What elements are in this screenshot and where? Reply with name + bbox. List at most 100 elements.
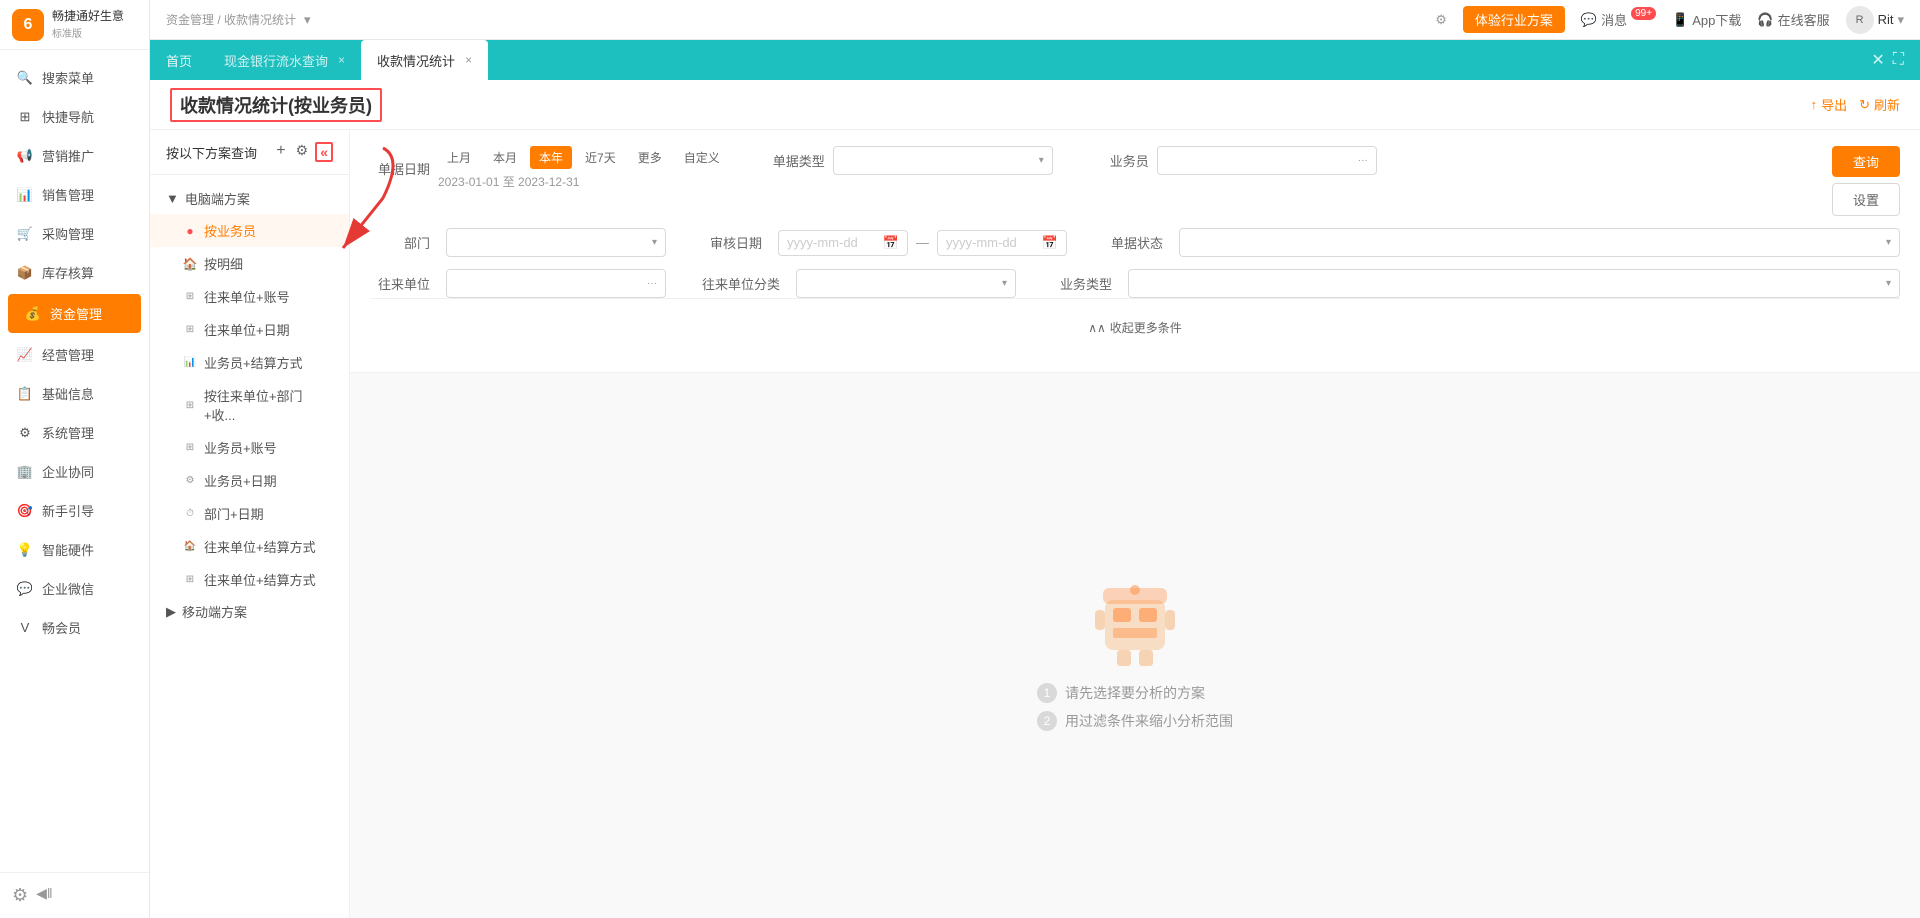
business-type-select[interactable]: ▾ — [1128, 269, 1900, 298]
top-bar-right: ⚙ 体验行业方案 💬 消息 99+ 📱 App下载 🎧 在线客服 R Rit ▾ — [1435, 6, 1904, 34]
query-button[interactable]: 查询 — [1832, 146, 1900, 177]
date-tab-custom[interactable]: 自定义 — [675, 146, 729, 169]
date-tab-more[interactable]: 更多 — [629, 146, 671, 169]
date-tab-last7[interactable]: 近7天 — [576, 146, 625, 169]
sidebar-item-marketing[interactable]: 📢 营销推广 — [0, 136, 149, 175]
date-tabs: 上月 本月 本年 近7天 更多 自定义 — [438, 146, 729, 169]
trial-button[interactable]: 体验行业方案 — [1463, 6, 1565, 33]
collapse-panel-icon[interactable]: « — [315, 142, 333, 162]
breadcrumb: 资金管理 / 收款情况统计 — [166, 11, 296, 28]
left-panel-header: 按以下方案查询 + ⚙ « — [150, 130, 349, 175]
sidebar-item-wechat[interactable]: 💬 企业微信 — [0, 569, 149, 608]
partner-date-icon: ⊞ — [182, 322, 198, 338]
messages-button[interactable]: 💬 消息 99+ — [1581, 10, 1656, 29]
sidebar-item-sales[interactable]: 📊 销售管理 — [0, 175, 149, 214]
online-service-button[interactable]: 🎧 在线客服 — [1757, 10, 1829, 29]
sidebar-collapse-icon[interactable]: ◀‖ — [36, 885, 53, 906]
tree-item-by-salesman[interactable]: ● 按业务员 — [150, 214, 349, 247]
sidebar-item-guide[interactable]: 🎯 新手引导 — [0, 491, 149, 530]
tip-text-2: 用过滤条件来缩小分析范围 — [1065, 711, 1233, 731]
tree-item-partner-account[interactable]: ⊞ 往来单位+账号 — [150, 280, 349, 313]
doc-type-select[interactable]: ▾ — [833, 146, 1053, 175]
dept-select[interactable]: ▾ — [446, 228, 666, 257]
salesman-more-icon: ··· — [1358, 155, 1368, 166]
capital-icon: 💰 — [24, 305, 42, 323]
tree-item-by-detail[interactable]: 🏠 按明细 — [150, 247, 349, 280]
review-date-end-input[interactable]: yyyy-mm-dd 📅 — [937, 230, 1067, 256]
tree-group-desktop[interactable]: ▼ 电脑端方案 — [150, 183, 349, 214]
date-range: 2023-01-01 至 2023-12-31 — [438, 173, 729, 190]
close-window-button[interactable]: ✕ — [1871, 50, 1884, 70]
date-tab-this-year[interactable]: 本年 — [530, 146, 572, 169]
partner-category-select[interactable]: ▾ — [796, 269, 1016, 298]
salesman-method-icon: 📊 — [182, 355, 198, 371]
tree-item-partner-date[interactable]: ⊞ 往来单位+日期 — [150, 313, 349, 346]
sidebar-item-hardware[interactable]: 💡 智能硬件 — [0, 530, 149, 569]
settings-button[interactable]: 设置 — [1832, 183, 1900, 216]
export-icon: ↑ — [1811, 97, 1818, 112]
tree-item-salesman-date[interactable]: ⚙ 业务员+日期 — [150, 464, 349, 497]
date-label: 单据日期 — [370, 159, 430, 178]
sidebar-item-basic[interactable]: 📋 基础信息 — [0, 374, 149, 413]
user-avatar: R — [1846, 6, 1874, 34]
left-panel-header-actions: + ⚙ « — [273, 142, 333, 162]
tree-item-salesman-account[interactable]: ⊞ 业务员+账号 — [150, 431, 349, 464]
page-title: 收款情况统计(按业务员) — [170, 88, 382, 122]
date-tab-last-month[interactable]: 上月 — [438, 146, 480, 169]
gear-icon[interactable]: ⚙ — [1435, 12, 1447, 28]
dept-label: 部门 — [370, 233, 430, 252]
doc-status-select[interactable]: ▾ — [1179, 228, 1900, 257]
tip-num-2: 2 — [1037, 711, 1057, 731]
refresh-button[interactable]: ↻ 刷新 — [1859, 95, 1900, 114]
tab-receipt[interactable]: 收款情况统计 × — [361, 40, 488, 80]
sidebar-item-inventory[interactable]: 📦 库存核算 — [0, 253, 149, 292]
user-area[interactable]: R Rit ▾ — [1846, 6, 1904, 34]
salesman-label: 业务员 — [1089, 151, 1149, 170]
partner-method2-icon: ⊞ — [182, 572, 198, 588]
salesman-select[interactable]: ··· — [1157, 146, 1377, 175]
doc-type-label: 单据类型 — [765, 151, 825, 170]
sidebar-item-search[interactable]: 🔍 搜索菜单 — [0, 58, 149, 97]
marketing-icon: 📢 — [16, 147, 34, 165]
doc-type-arrow-icon: ▾ — [1039, 155, 1044, 166]
tab-home[interactable]: 首页 — [150, 40, 208, 80]
sidebar-item-vip[interactable]: V 畅会员 — [0, 608, 149, 647]
sidebar-item-purchase[interactable]: 🛒 采购管理 — [0, 214, 149, 253]
app-download-button[interactable]: 📱 App下载 — [1672, 10, 1741, 29]
logo-sub: 标准版 — [52, 25, 124, 40]
tab-receipt-close[interactable]: × — [465, 53, 472, 67]
export-button[interactable]: ↑ 导出 — [1811, 95, 1848, 114]
tree-item-dept-date[interactable]: ⏱ 部门+日期 — [150, 497, 349, 530]
sidebar-item-operation[interactable]: 📈 经营管理 — [0, 335, 149, 374]
tree-item-salesman-method[interactable]: 📊 业务员+结算方式 — [150, 346, 349, 379]
top-bar-left: 资金管理 / 收款情况统计 ▾ — [166, 11, 1435, 28]
dept-date-icon: ⏱ — [182, 506, 198, 522]
purchase-icon: 🛒 — [16, 225, 34, 243]
tab-bank-close[interactable]: × — [338, 53, 345, 67]
maximize-button[interactable]: ⛶ — [1893, 51, 1904, 69]
tip-item-2: 2 用过滤条件来缩小分析范围 — [1037, 711, 1233, 731]
tree-item-partner-dept[interactable]: ⊞ 按往来单位+部门+收... — [150, 379, 349, 431]
sidebar-nav: 🔍 搜索菜单 ⊞ 快捷导航 📢 营销推广 📊 销售管理 🛒 采购管理 📦 库存核… — [0, 50, 149, 872]
scheme-settings-icon[interactable]: ⚙ — [293, 142, 312, 162]
review-date-start-input[interactable]: yyyy-mm-dd 📅 — [778, 230, 908, 256]
sidebar-item-capital[interactable]: 💰 资金管理 — [8, 294, 141, 333]
add-scheme-button[interactable]: + — [273, 142, 288, 162]
sidebar-item-quicknav[interactable]: ⊞ 快捷导航 — [0, 97, 149, 136]
logo: 6 畅捷通好生意 标准版 — [0, 0, 149, 50]
partner-category-label: 往来单位分类 — [702, 274, 780, 293]
sidebar-settings-icon[interactable]: ⚙ — [12, 885, 28, 906]
logo-icon: 6 — [12, 9, 44, 41]
calendar-start-icon: 📅 — [883, 235, 899, 251]
review-date-range: yyyy-mm-dd 📅 — yyyy-mm-dd 📅 — [778, 230, 1067, 256]
tab-bank[interactable]: 现金银行流水查询 × — [208, 40, 361, 80]
tree-group-mobile[interactable]: ▶ 移动端方案 — [150, 596, 349, 627]
sidebar-item-system[interactable]: ⚙ 系统管理 — [0, 413, 149, 452]
tree-item-partner-method2[interactable]: ⊞ 往来单位+结算方式 — [150, 563, 349, 596]
sidebar-item-enterprise[interactable]: 🏢 企业协同 — [0, 452, 149, 491]
partner-select[interactable]: ··· — [446, 269, 666, 298]
collapse-conditions-button[interactable]: ∧∧ 收起更多条件 — [382, 311, 1888, 344]
tree-item-partner-method[interactable]: 🏠 往来单位+结算方式 — [150, 530, 349, 563]
date-tab-this-month[interactable]: 本月 — [484, 146, 526, 169]
messages-badge: 99+ — [1631, 7, 1656, 20]
